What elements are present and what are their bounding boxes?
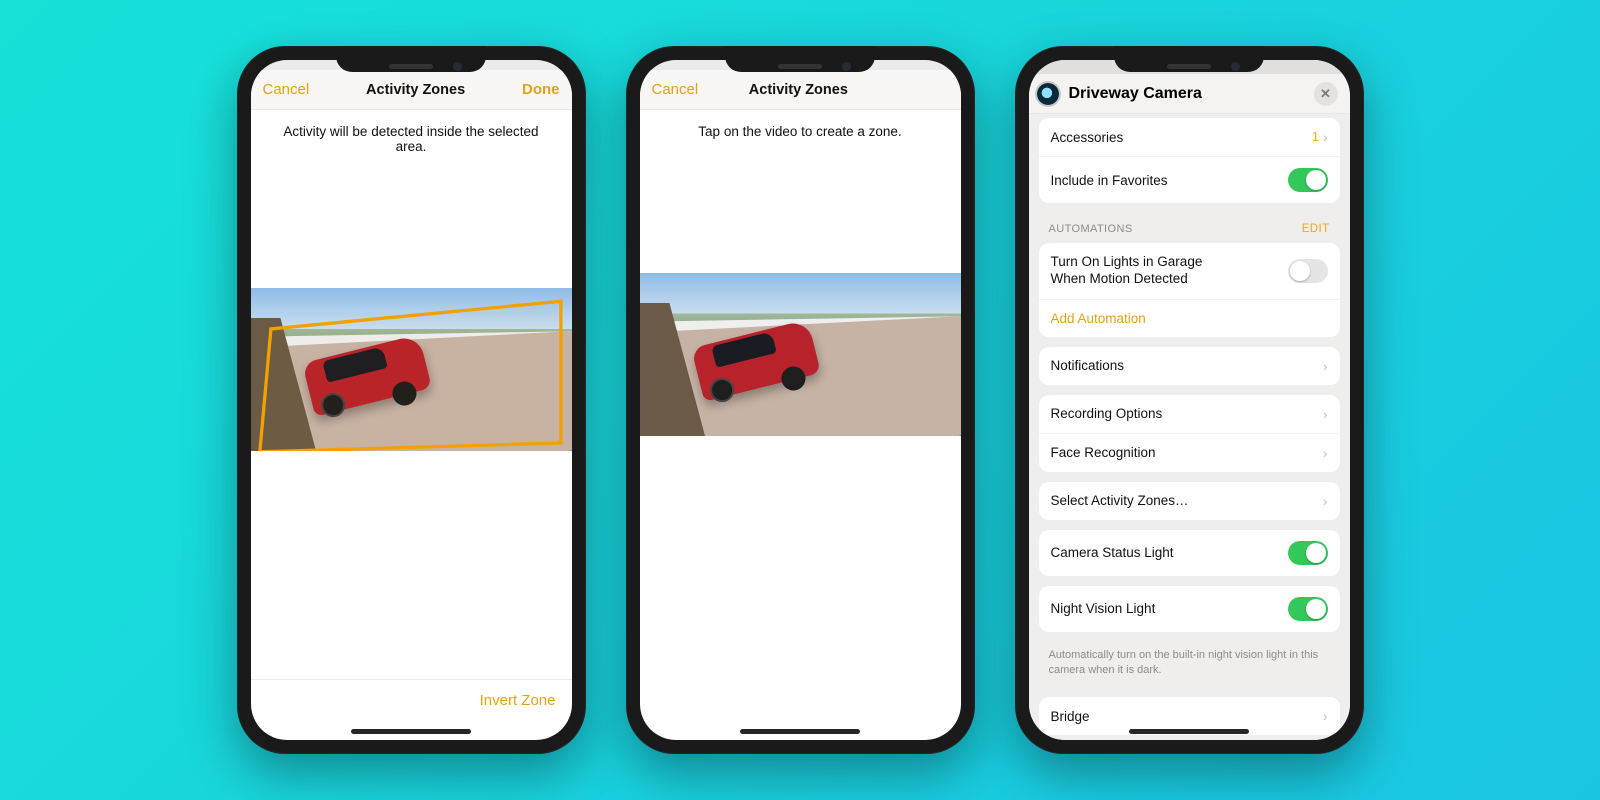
row-favorites: Include in Favorites: [1039, 157, 1340, 203]
label: Notifications: [1051, 358, 1125, 373]
sheet-header: Driveway Camera ✕: [1029, 74, 1350, 114]
label: Accessories: [1051, 130, 1124, 145]
label: Bridge: [1051, 709, 1090, 724]
status-light-toggle[interactable]: [1288, 541, 1328, 565]
sheet-title: Driveway Camera: [1069, 85, 1314, 103]
row-recording-options[interactable]: Recording Options ›: [1039, 395, 1340, 434]
chevron-right-icon: ›: [1323, 708, 1328, 724]
phone-frame-2: Cancel Activity Zones Tap on the video t…: [626, 46, 975, 754]
row-face-recognition[interactable]: Face Recognition ›: [1039, 434, 1340, 472]
add-automation-link: Add Automation: [1051, 311, 1146, 326]
done-button[interactable]: Done: [522, 81, 560, 98]
cancel-button[interactable]: Cancel: [652, 81, 699, 98]
home-indicator[interactable]: [1129, 729, 1249, 734]
night-vision-footnote: Automatically turn on the built-in night…: [1029, 642, 1350, 688]
card-recording: Recording Options › Face Recognition ›: [1039, 395, 1340, 472]
screen-2: Cancel Activity Zones Tap on the video t…: [640, 60, 961, 740]
screen-3: Driveway Camera ✕ Accessories 1 › Include…: [1029, 60, 1350, 740]
chevron-right-icon: ›: [1323, 406, 1328, 422]
card-notifications: Notifications ›: [1039, 347, 1340, 385]
edit-button[interactable]: EDIT: [1302, 223, 1330, 235]
label: Camera Status Light: [1051, 545, 1174, 560]
camera-icon: [1037, 83, 1059, 105]
settings-scroll[interactable]: Accessories 1 › Include in Favorites AUTO…: [1029, 114, 1350, 740]
row-status-light: Camera Status Light: [1039, 530, 1340, 576]
card-status-light: Camera Status Light: [1039, 530, 1340, 576]
card-activity-zones: Select Activity Zones… ›: [1039, 482, 1340, 520]
footer-bar: Invert Zone: [251, 679, 572, 722]
instruction-text: Activity will be detected inside the sel…: [251, 110, 572, 168]
chevron-right-icon: ›: [1323, 358, 1328, 374]
label: Include in Favorites: [1051, 173, 1168, 188]
invert-zone-button[interactable]: Invert Zone: [480, 692, 556, 709]
home-indicator[interactable]: [351, 729, 471, 734]
automations-header: AUTOMATIONS EDIT: [1029, 213, 1350, 239]
nav-title: Activity Zones: [749, 82, 848, 98]
row-automation: Turn On Lights in Garage When Motion Det…: [1039, 243, 1340, 300]
phone-frame-1: Cancel Activity Zones Done Activity will…: [237, 46, 586, 754]
navbar: Cancel Activity Zones Done: [251, 70, 572, 110]
card-night-vision: Night Vision Light: [1039, 586, 1340, 632]
label: Night Vision Light: [1051, 601, 1156, 616]
card-automations: Turn On Lights in Garage When Motion Det…: [1039, 243, 1340, 337]
nav-title: Activity Zones: [366, 82, 465, 98]
automation-toggle[interactable]: [1288, 259, 1328, 283]
automation-description: Turn On Lights in Garage When Motion Det…: [1051, 254, 1231, 288]
row-night-vision: Night Vision Light: [1039, 586, 1340, 632]
cancel-button[interactable]: Cancel: [263, 81, 310, 98]
header-label: AUTOMATIONS: [1049, 223, 1133, 235]
row-accessories[interactable]: Accessories 1 ›: [1039, 118, 1340, 157]
label: Recording Options: [1051, 406, 1163, 421]
card-general: Accessories 1 › Include in Favorites: [1039, 118, 1340, 203]
row-activity-zones[interactable]: Select Activity Zones… ›: [1039, 482, 1340, 520]
screen-1: Cancel Activity Zones Done Activity will…: [251, 60, 572, 740]
favorites-toggle[interactable]: [1288, 168, 1328, 192]
row-notifications[interactable]: Notifications ›: [1039, 347, 1340, 385]
navbar: Cancel Activity Zones: [640, 70, 961, 110]
instruction-text: Tap on the video to create a zone.: [640, 110, 961, 153]
camera-preview[interactable]: [251, 288, 572, 451]
chevron-right-icon: ›: [1323, 129, 1328, 145]
close-button[interactable]: ✕: [1314, 82, 1338, 106]
phone-frame-3: Driveway Camera ✕ Accessories 1 › Include…: [1015, 46, 1364, 754]
home-indicator[interactable]: [740, 729, 860, 734]
label: Face Recognition: [1051, 445, 1156, 460]
chevron-right-icon: ›: [1323, 445, 1328, 461]
row-add-automation[interactable]: Add Automation: [1039, 300, 1340, 337]
label: Select Activity Zones…: [1051, 493, 1189, 508]
chevron-right-icon: ›: [1323, 493, 1328, 509]
camera-preview[interactable]: [640, 273, 961, 436]
value: 1: [1312, 130, 1319, 144]
night-vision-toggle[interactable]: [1288, 597, 1328, 621]
